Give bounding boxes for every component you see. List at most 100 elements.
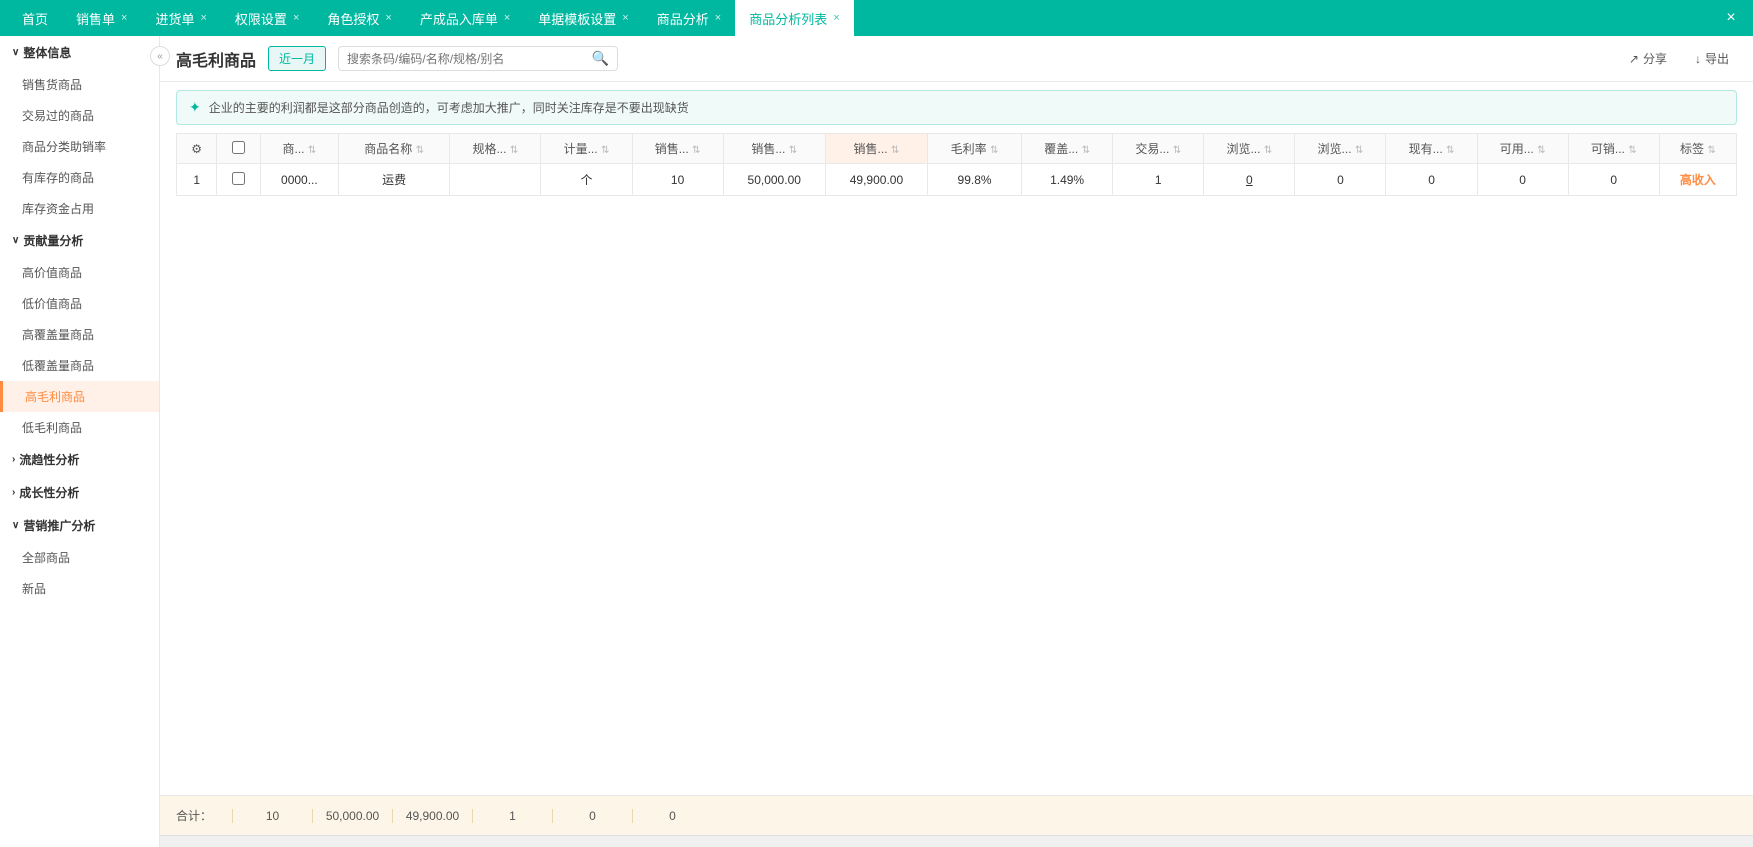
page-title: 高毛利商品 (176, 47, 256, 71)
col-views2[interactable]: 浏览... ⇅ (1295, 134, 1386, 164)
row-sales-profit: 49,900.00 (825, 164, 927, 196)
sidebar-wrapper: ∨ 整体信息 销售货商品 交易过的商品 商品分类助销率 有库存的商品 库存资金占… (0, 36, 160, 847)
sidebar-item-high-value[interactable]: 高价值商品 (0, 257, 159, 288)
search-icon[interactable]: 🔍 (592, 50, 609, 67)
nav-product-in[interactable]: 产成品入库单 × (406, 0, 524, 36)
close-icon[interactable]: × (385, 12, 391, 24)
col-views1[interactable]: 浏览... ⇅ (1204, 134, 1295, 164)
total-stock-current: 0 (552, 809, 632, 823)
row-name: 运费 (338, 164, 449, 196)
row-trade: 1 (1113, 164, 1204, 196)
sort-icon: ⇅ (891, 145, 899, 156)
nav-sales[interactable]: 销售单 × (62, 0, 141, 36)
nav-role[interactable]: 角色授权 × (313, 0, 405, 36)
col-code-label: 商... (282, 142, 304, 156)
col-sales-amount[interactable]: 销售... ⇅ (723, 134, 825, 164)
col-checkbox[interactable] (217, 134, 261, 164)
close-icon[interactable]: × (715, 12, 721, 24)
nav-template[interactable]: 单据模板设置 × (524, 0, 642, 36)
sidebar-item-traded-goods[interactable]: 交易过的商品 (0, 100, 159, 131)
col-stock-sellable[interactable]: 可销... ⇅ (1568, 134, 1659, 164)
row-gross-margin: 99.8% (928, 164, 1022, 196)
col-name[interactable]: 商品名称 ⇅ (338, 134, 449, 164)
col-code[interactable]: 商... ⇅ (260, 134, 338, 164)
close-icon[interactable]: × (504, 12, 510, 24)
col-gross-margin[interactable]: 毛利率 ⇅ (928, 134, 1022, 164)
chevron-down-icon: ∨ (12, 235, 19, 246)
close-icon[interactable]: × (200, 12, 206, 24)
sort-icon: ⇅ (1173, 145, 1181, 156)
share-button[interactable]: ↗ 分享 (1621, 46, 1675, 71)
sidebar-item-all-goods[interactable]: 全部商品 (0, 542, 159, 573)
info-banner: ✦ 企业的主要的利润都是这部分商品创造的，可考虑加大推广，同时关注库存是不要出现… (176, 90, 1737, 125)
close-icon[interactable]: × (121, 12, 127, 24)
close-icon[interactable]: × (293, 12, 299, 24)
sidebar-item-low-margin[interactable]: 低毛利商品 (0, 412, 159, 443)
export-icon: ↓ (1695, 52, 1701, 66)
chevron-down-icon: ∨ (12, 520, 19, 531)
select-all-checkbox[interactable] (232, 141, 245, 154)
search-input[interactable] (347, 52, 588, 66)
col-sales-profit[interactable]: 销售... ⇅ (825, 134, 927, 164)
sort-icon: ⇅ (1707, 145, 1715, 156)
sidebar-section-contribution[interactable]: ∨ 贡献量分析 (0, 224, 159, 257)
window-close-button[interactable]: × (1717, 4, 1745, 32)
chevron-right-icon: › (12, 487, 15, 498)
sort-icon: ⇅ (510, 145, 518, 156)
sort-icon: ⇅ (416, 145, 424, 156)
search-box: 🔍 (338, 46, 618, 71)
close-icon[interactable]: × (622, 12, 628, 24)
sidebar-item-stock-capital[interactable]: 库存资金占用 (0, 193, 159, 224)
col-stock-current[interactable]: 现有... ⇅ (1386, 134, 1477, 164)
export-button[interactable]: ↓ 导出 (1687, 46, 1737, 71)
nav-purchase[interactable]: 进货单 × (141, 0, 220, 36)
total-sales-qty: 10 (232, 809, 312, 823)
sidebar-item-high-margin[interactable]: 高毛利商品 (0, 381, 159, 412)
time-filter-button[interactable]: 近一月 (268, 46, 326, 71)
sidebar-item-category-rate[interactable]: 商品分类助销率 (0, 131, 159, 162)
col-settings[interactable]: ⚙ (177, 134, 217, 164)
sidebar-collapse-button[interactable]: « (150, 46, 170, 66)
sidebar-section-marketing[interactable]: ∨ 营销推广分析 (0, 509, 159, 542)
row-sales-amount: 50,000.00 (723, 164, 825, 196)
row-code: 0000... (260, 164, 338, 196)
top-nav: 首页 销售单 × 进货单 × 权限设置 × 角色授权 × 产成品入库单 × 单据… (0, 0, 1753, 36)
col-unit[interactable]: 计量... ⇅ (541, 134, 632, 164)
row-views1[interactable]: 0 (1204, 164, 1295, 196)
nav-product-analysis[interactable]: 商品分析 × (643, 0, 735, 36)
nav-product-analysis-list[interactable]: 商品分析列表 × (735, 0, 853, 36)
sidebar-section-trend[interactable]: › 流趋性分析 (0, 443, 159, 476)
sidebar-section-growth[interactable]: › 成长性分析 (0, 476, 159, 509)
row-select-checkbox[interactable] (232, 172, 245, 185)
nav-permission[interactable]: 权限设置 × (221, 0, 313, 36)
content-header: 高毛利商品 近一月 🔍 ↗ 分享 ↓ 导出 (160, 36, 1753, 82)
sidebar-item-low-value[interactable]: 低价值商品 (0, 288, 159, 319)
info-icon: ✦ (189, 99, 201, 116)
data-table: ⚙ 商... ⇅ 商品名称 ⇅ 规格... ⇅ 计量... ⇅ 销售... ⇅ … (176, 133, 1737, 196)
col-spec[interactable]: 规格... ⇅ (450, 134, 541, 164)
total-cells: 10 50,000.00 49,900.00 1 0 0 (232, 809, 712, 823)
sidebar-item-sales-goods[interactable]: 销售货商品 (0, 69, 159, 100)
col-stock-available[interactable]: 可用... ⇅ (1477, 134, 1568, 164)
sidebar-item-high-coverage[interactable]: 高覆盖量商品 (0, 319, 159, 350)
chevron-down-icon: ∨ (12, 47, 19, 58)
col-coverage[interactable]: 覆盖... ⇅ (1022, 134, 1113, 164)
close-icon[interactable]: × (833, 12, 839, 24)
row-checkbox[interactable] (217, 164, 261, 196)
sort-icon: ⇅ (601, 145, 609, 156)
nav-home[interactable]: 首页 (8, 0, 62, 36)
total-stock-sellable: 0 (632, 809, 712, 823)
sidebar-section-overall[interactable]: ∨ 整体信息 (0, 36, 159, 69)
sidebar-item-new-goods[interactable]: 新品 (0, 573, 159, 604)
table-row: 1 0000... 运费 个 10 50,000.00 49,900.00 99… (177, 164, 1737, 196)
sort-icon: ⇅ (1446, 145, 1454, 156)
row-unit: 个 (541, 164, 632, 196)
row-stock-available: 0 (1477, 164, 1568, 196)
sidebar-item-in-stock[interactable]: 有库存的商品 (0, 162, 159, 193)
col-sales-qty[interactable]: 销售... ⇅ (632, 134, 723, 164)
row-spec (450, 164, 541, 196)
col-trade[interactable]: 交易... ⇅ (1113, 134, 1204, 164)
col-tag[interactable]: 标签 ⇅ (1659, 134, 1736, 164)
sidebar-item-low-coverage[interactable]: 低覆盖量商品 (0, 350, 159, 381)
horizontal-scrollbar[interactable] (160, 835, 1753, 847)
